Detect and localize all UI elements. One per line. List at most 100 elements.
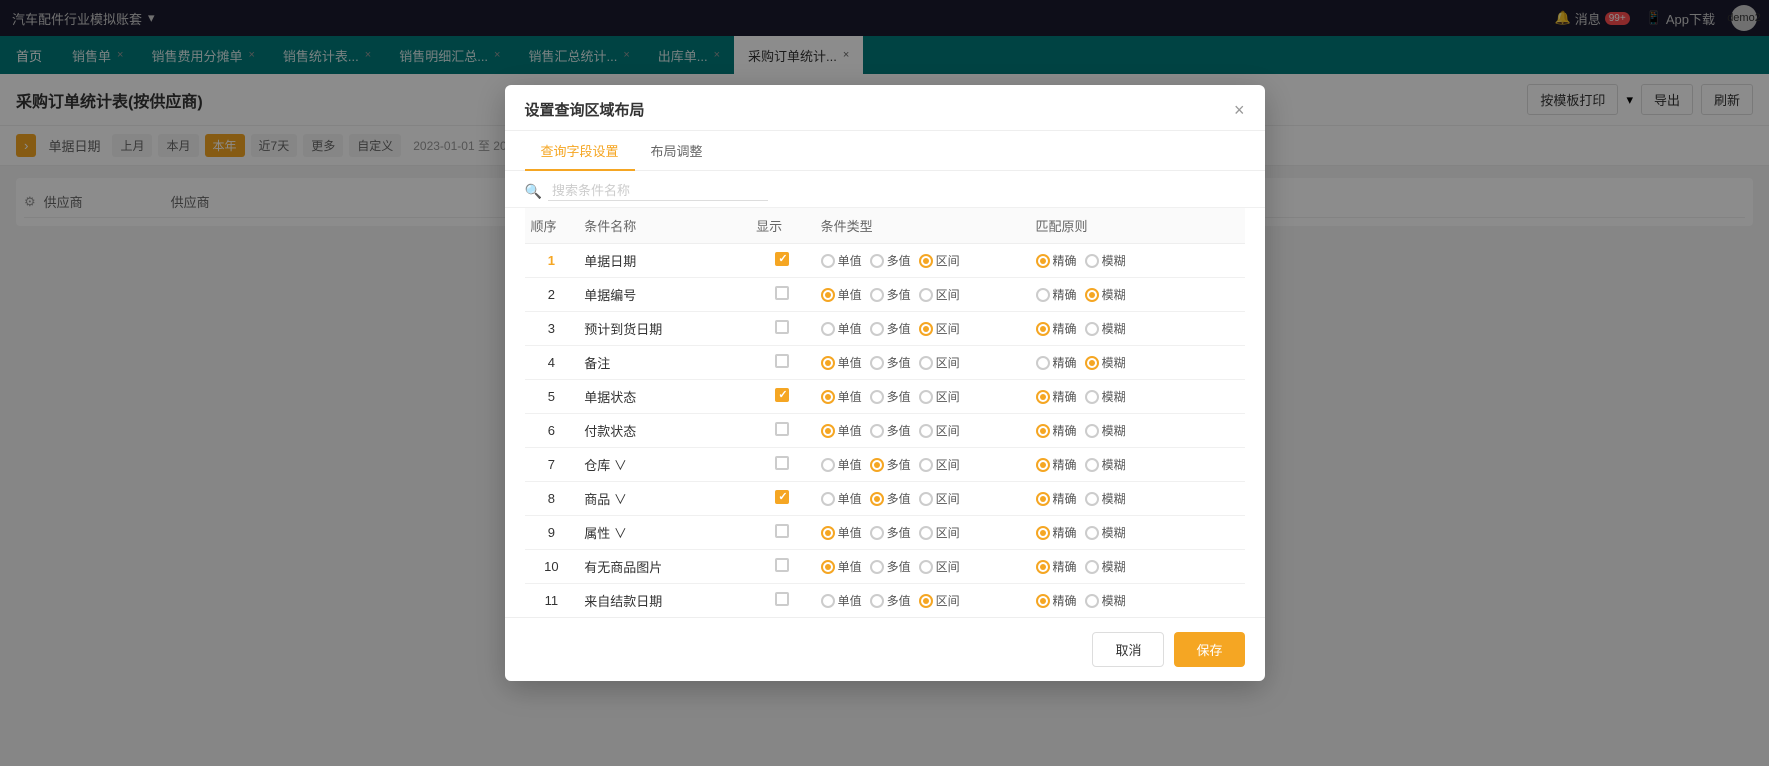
- type-radio[interactable]: [821, 254, 835, 268]
- match-radio-item[interactable]: 精确: [1036, 524, 1077, 541]
- type-radio[interactable]: [919, 424, 933, 438]
- display-checkbox[interactable]: [775, 558, 789, 572]
- match-radio-item[interactable]: 精确: [1036, 252, 1077, 269]
- type-radio-item[interactable]: 区间: [919, 422, 960, 439]
- type-radio-item[interactable]: 区间: [919, 456, 960, 473]
- type-radio[interactable]: [821, 594, 835, 608]
- display-checkbox[interactable]: [775, 456, 789, 470]
- match-radio[interactable]: [1085, 594, 1099, 608]
- type-radio-item[interactable]: 区间: [919, 524, 960, 541]
- tab-layout-adjust[interactable]: 布局调整: [635, 131, 719, 171]
- match-radio-item[interactable]: 精确: [1036, 558, 1077, 575]
- match-radio[interactable]: [1085, 492, 1099, 506]
- match-radio-item[interactable]: 模糊: [1085, 320, 1126, 337]
- search-input[interactable]: [548, 181, 768, 201]
- type-radio-item[interactable]: 单值: [821, 354, 862, 371]
- match-radio[interactable]: [1085, 390, 1099, 404]
- type-radio-item[interactable]: 单值: [821, 524, 862, 541]
- match-radio[interactable]: [1085, 288, 1099, 302]
- display-checkbox[interactable]: [775, 252, 789, 266]
- type-radio-item[interactable]: 单值: [821, 422, 862, 439]
- type-radio-item[interactable]: 区间: [919, 388, 960, 405]
- type-radio[interactable]: [919, 560, 933, 574]
- display-checkbox[interactable]: [775, 592, 789, 606]
- type-radio-item[interactable]: 多值: [870, 490, 911, 507]
- type-radio-item[interactable]: 多值: [870, 320, 911, 337]
- match-radio-item[interactable]: 模糊: [1085, 490, 1126, 507]
- type-radio-item[interactable]: 区间: [919, 320, 960, 337]
- type-radio-item[interactable]: 多值: [870, 524, 911, 541]
- type-radio-item[interactable]: 区间: [919, 286, 960, 303]
- type-radio-item[interactable]: 多值: [870, 388, 911, 405]
- display-checkbox[interactable]: [775, 490, 789, 504]
- type-radio[interactable]: [919, 594, 933, 608]
- type-radio-item[interactable]: 单值: [821, 456, 862, 473]
- match-radio-item[interactable]: 模糊: [1085, 252, 1126, 269]
- match-radio-item[interactable]: 精确: [1036, 456, 1077, 473]
- type-radio[interactable]: [821, 492, 835, 506]
- type-radio-item[interactable]: 单值: [821, 592, 862, 609]
- match-radio-item[interactable]: 模糊: [1085, 524, 1126, 541]
- type-radio-item[interactable]: 单值: [821, 558, 862, 575]
- match-radio-item[interactable]: 模糊: [1085, 592, 1126, 609]
- match-radio-item[interactable]: 精确: [1036, 422, 1077, 439]
- match-radio-item[interactable]: 模糊: [1085, 388, 1126, 405]
- type-radio[interactable]: [870, 390, 884, 404]
- match-radio[interactable]: [1085, 526, 1099, 540]
- type-radio[interactable]: [821, 560, 835, 574]
- match-radio[interactable]: [1085, 560, 1099, 574]
- type-radio-item[interactable]: 区间: [919, 592, 960, 609]
- type-radio-item[interactable]: 多值: [870, 422, 911, 439]
- match-radio-item[interactable]: 精确: [1036, 320, 1077, 337]
- type-radio[interactable]: [821, 424, 835, 438]
- match-radio-item[interactable]: 模糊: [1085, 456, 1126, 473]
- match-radio[interactable]: [1085, 254, 1099, 268]
- type-radio-item[interactable]: 区间: [919, 558, 960, 575]
- match-radio[interactable]: [1036, 322, 1050, 336]
- match-radio[interactable]: [1085, 322, 1099, 336]
- type-radio[interactable]: [870, 560, 884, 574]
- type-radio-item[interactable]: 单值: [821, 286, 862, 303]
- type-radio[interactable]: [870, 458, 884, 472]
- match-radio[interactable]: [1036, 458, 1050, 472]
- save-button[interactable]: 保存: [1174, 632, 1244, 667]
- match-radio-item[interactable]: 精确: [1036, 490, 1077, 507]
- dialog-close-button[interactable]: ×: [1234, 101, 1245, 119]
- match-radio-item[interactable]: 精确: [1036, 286, 1077, 303]
- match-radio-item[interactable]: 精确: [1036, 592, 1077, 609]
- type-radio[interactable]: [919, 356, 933, 370]
- type-radio[interactable]: [919, 526, 933, 540]
- match-radio[interactable]: [1036, 390, 1050, 404]
- display-checkbox[interactable]: [775, 388, 789, 402]
- match-radio-item[interactable]: 精确: [1036, 388, 1077, 405]
- type-radio-item[interactable]: 单值: [821, 252, 862, 269]
- type-radio[interactable]: [919, 288, 933, 302]
- type-radio-item[interactable]: 区间: [919, 252, 960, 269]
- match-radio[interactable]: [1036, 288, 1050, 302]
- type-radio[interactable]: [870, 594, 884, 608]
- cancel-button[interactable]: 取消: [1092, 632, 1164, 667]
- type-radio[interactable]: [870, 526, 884, 540]
- type-radio[interactable]: [821, 390, 835, 404]
- match-radio[interactable]: [1036, 492, 1050, 506]
- type-radio[interactable]: [870, 288, 884, 302]
- match-radio[interactable]: [1036, 560, 1050, 574]
- type-radio[interactable]: [870, 254, 884, 268]
- type-radio-item[interactable]: 多值: [870, 252, 911, 269]
- type-radio[interactable]: [870, 356, 884, 370]
- match-radio[interactable]: [1036, 424, 1050, 438]
- type-radio-item[interactable]: 多值: [870, 558, 911, 575]
- match-radio-item[interactable]: 模糊: [1085, 354, 1126, 371]
- display-checkbox[interactable]: [775, 286, 789, 300]
- match-radio[interactable]: [1036, 254, 1050, 268]
- type-radio-item[interactable]: 单值: [821, 320, 862, 337]
- match-radio[interactable]: [1036, 594, 1050, 608]
- type-radio[interactable]: [870, 492, 884, 506]
- display-checkbox[interactable]: [775, 354, 789, 368]
- match-radio-item[interactable]: 模糊: [1085, 558, 1126, 575]
- type-radio-item[interactable]: 区间: [919, 490, 960, 507]
- match-radio[interactable]: [1036, 356, 1050, 370]
- type-radio[interactable]: [919, 492, 933, 506]
- match-radio[interactable]: [1085, 458, 1099, 472]
- match-radio-item[interactable]: 精确: [1036, 354, 1077, 371]
